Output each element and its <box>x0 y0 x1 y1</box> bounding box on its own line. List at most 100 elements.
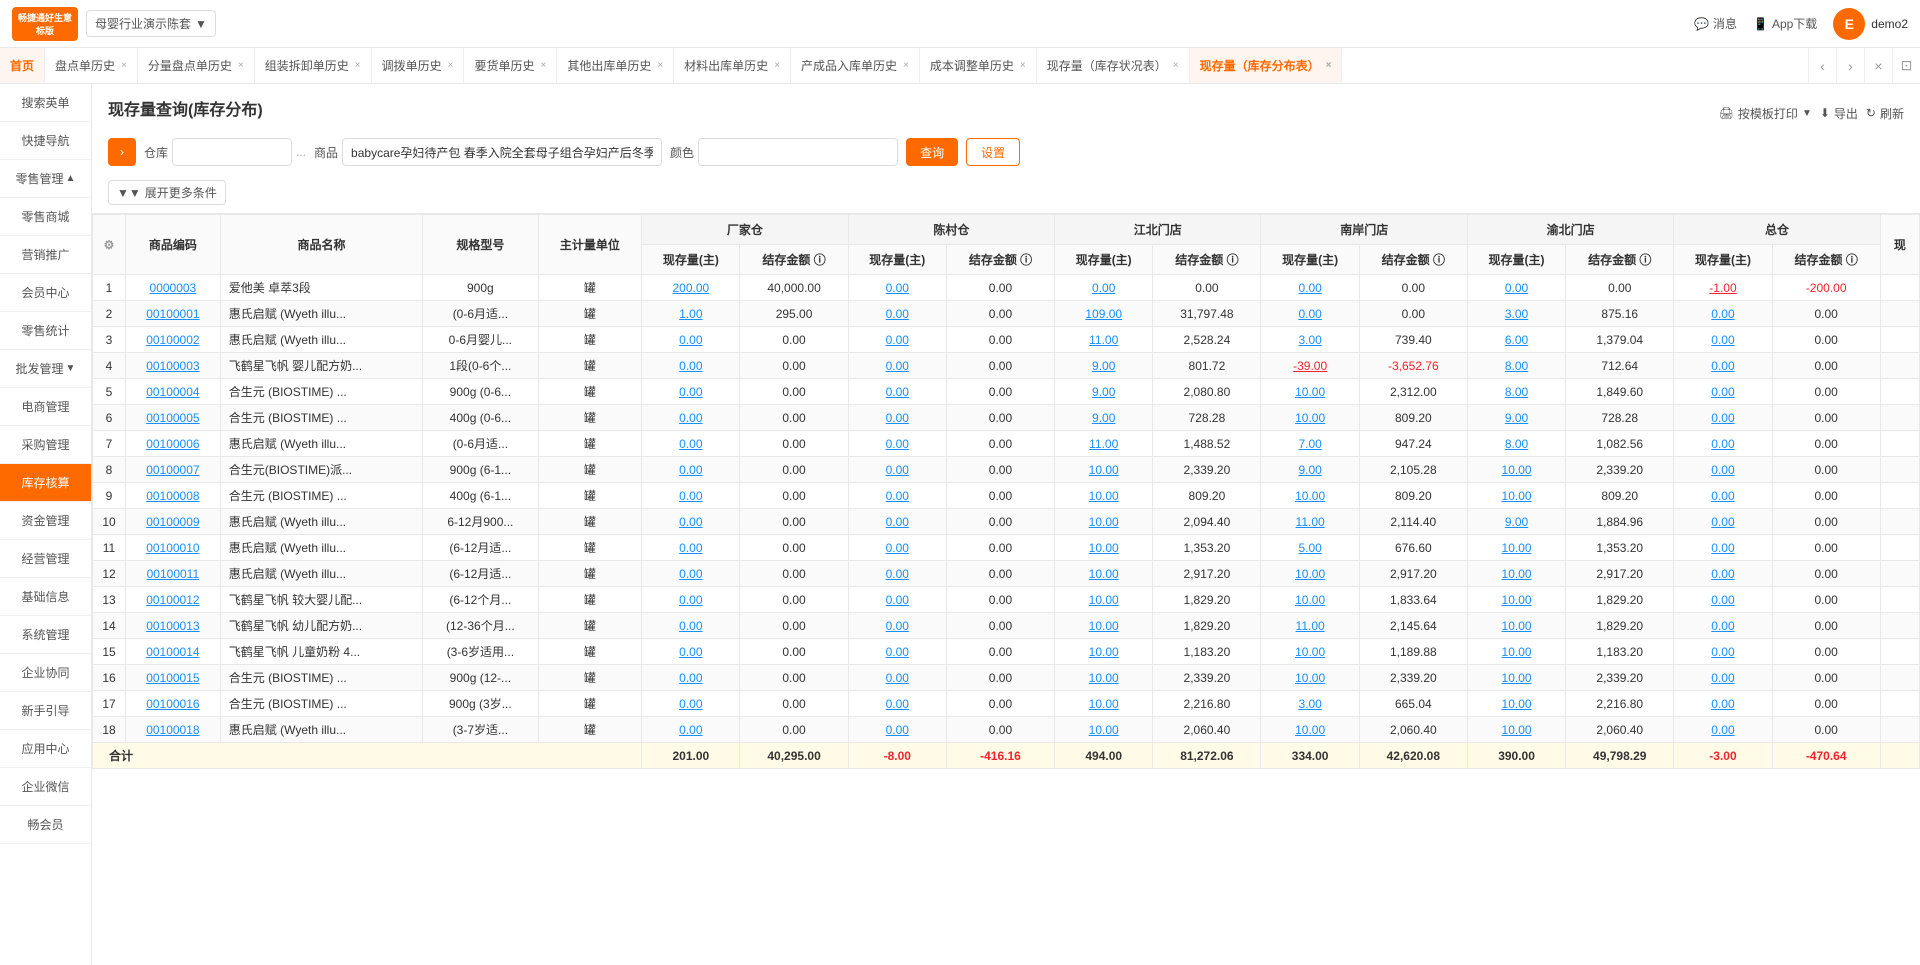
logo[interactable]: 畅捷通好生意 标版 <box>12 7 78 41</box>
cell-changjia-qty[interactable]: 0.00 <box>642 431 740 457</box>
message-btn[interactable]: 💬 消息 <box>1694 15 1737 32</box>
cell-chencun-qty[interactable]: 0.00 <box>848 405 946 431</box>
nav-next-btn[interactable]: › <box>1836 48 1864 84</box>
cell-nanan-qty[interactable]: 10.00 <box>1261 561 1359 587</box>
cell-zong-qty[interactable]: 0.00 <box>1674 509 1772 535</box>
cell-jiangbei-qty[interactable]: 0.00 <box>1055 275 1153 301</box>
sidebar-item-retail-mgmt[interactable]: 零售管理▲ <box>0 160 91 198</box>
tab-inventory-single[interactable]: 盘点单历史 × <box>45 48 138 84</box>
cell-changjia-qty[interactable]: 0.00 <box>642 587 740 613</box>
tab-home[interactable]: 首页 <box>0 48 45 84</box>
cell-changjia-qty[interactable]: 0.00 <box>642 665 740 691</box>
sidebar-item-enterprise[interactable]: 企业协同 <box>0 654 91 692</box>
tab-cost-adjust[interactable]: 成本调整单历史 × <box>920 48 1037 84</box>
cell-jiangbei-qty[interactable]: 10.00 <box>1055 587 1153 613</box>
cell-chencun-qty[interactable]: 0.00 <box>848 327 946 353</box>
cell-jiangbei-qty[interactable]: 10.00 <box>1055 483 1153 509</box>
cell-chencun-qty[interactable]: 0.00 <box>848 483 946 509</box>
cell-nanan-qty[interactable]: 10.00 <box>1261 587 1359 613</box>
cell-zong-qty[interactable]: 0.00 <box>1674 665 1772 691</box>
user-area[interactable]: E demo2 <box>1833 8 1908 40</box>
cell-chencun-qty[interactable]: 0.00 <box>848 431 946 457</box>
tab-requisition[interactable]: 要货单历史 × <box>464 48 557 84</box>
app-download-btn[interactable]: 📱 App下载 <box>1753 15 1817 32</box>
cell-code[interactable]: 00100006 <box>126 431 221 457</box>
cell-yubei-qty[interactable]: 0.00 <box>1467 275 1565 301</box>
cell-yubei-qty[interactable]: 10.00 <box>1467 691 1565 717</box>
sidebar-item-operations[interactable]: 经营管理 <box>0 540 91 578</box>
sidebar-item-appstore[interactable]: 应用中心 <box>0 730 91 768</box>
cell-code[interactable]: 00100014 <box>126 639 221 665</box>
expand-more-btn[interactable]: ▼▼ 展开更多条件 <box>108 180 226 205</box>
sidebar-item-marketing[interactable]: 营销推广 <box>0 236 91 274</box>
cell-yubei-qty[interactable]: 3.00 <box>1467 301 1565 327</box>
cell-zong-qty[interactable]: -1.00 <box>1674 275 1772 301</box>
cell-code[interactable]: 00100016 <box>126 691 221 717</box>
cell-yubei-qty[interactable]: 9.00 <box>1467 509 1565 535</box>
nav-close-btn[interactable]: × <box>1864 48 1892 84</box>
sidebar-item-retail-shop[interactable]: 零售商城 <box>0 198 91 236</box>
sidebar-item-stock[interactable]: 库存核算 <box>0 464 91 502</box>
cell-yubei-qty[interactable]: 6.00 <box>1467 327 1565 353</box>
cell-chencun-qty[interactable]: 0.00 <box>848 561 946 587</box>
cell-nanan-qty[interactable]: 10.00 <box>1261 483 1359 509</box>
cell-zong-qty[interactable]: 0.00 <box>1674 457 1772 483</box>
cell-changjia-qty[interactable]: 0.00 <box>642 639 740 665</box>
close-icon[interactable]: × <box>355 60 361 71</box>
close-icon[interactable]: × <box>1173 60 1179 71</box>
warehouse-input[interactable] <box>172 138 292 166</box>
cell-chencun-qty[interactable]: 0.00 <box>848 587 946 613</box>
sidebar-item-guide[interactable]: 新手引导 <box>0 692 91 730</box>
cell-jiangbei-qty[interactable]: 10.00 <box>1055 457 1153 483</box>
cell-chencun-qty[interactable]: 0.00 <box>848 457 946 483</box>
cell-code[interactable]: 00100001 <box>126 301 221 327</box>
nav-expand-btn[interactable]: ⊡ <box>1892 48 1920 84</box>
tab-assembly[interactable]: 组装拆卸单历史 × <box>255 48 372 84</box>
close-icon[interactable]: × <box>657 60 663 71</box>
cell-changjia-qty[interactable]: 0.00 <box>642 613 740 639</box>
cell-code[interactable]: 00100013 <box>126 613 221 639</box>
cell-chencun-qty[interactable]: 0.00 <box>848 535 946 561</box>
sidebar-item-system[interactable]: 系统管理 <box>0 616 91 654</box>
sidebar-item-retail-stat[interactable]: 零售统计 <box>0 312 91 350</box>
cell-nanan-qty[interactable]: 3.00 <box>1261 327 1359 353</box>
cell-code[interactable]: 00100008 <box>126 483 221 509</box>
sidebar-item-corp-wechat[interactable]: 企业微信 <box>0 768 91 806</box>
cell-code[interactable]: 00100007 <box>126 457 221 483</box>
cell-changjia-qty[interactable]: 0.00 <box>642 405 740 431</box>
cell-jiangbei-qty[interactable]: 9.00 <box>1055 353 1153 379</box>
tab-stock-dist[interactable]: 现存量（库存分布表） × <box>1190 48 1343 84</box>
cell-changjia-qty[interactable]: 0.00 <box>642 509 740 535</box>
cell-yubei-qty[interactable]: 10.00 <box>1467 639 1565 665</box>
cell-nanan-qty[interactable]: 9.00 <box>1261 457 1359 483</box>
system-selector[interactable]: 母婴行业演示陈套 ▼ <box>86 10 216 37</box>
cell-zong-qty[interactable]: 0.00 <box>1674 639 1772 665</box>
print-btn[interactable]: 🖨 按模板打印 ▼ <box>1719 105 1812 122</box>
cell-zong-qty[interactable]: 0.00 <box>1674 691 1772 717</box>
cell-zong-qty[interactable]: 0.00 <box>1674 561 1772 587</box>
cell-nanan-qty[interactable]: 11.00 <box>1261 613 1359 639</box>
close-icon[interactable]: × <box>448 60 454 71</box>
cell-changjia-qty[interactable]: 0.00 <box>642 561 740 587</box>
collapse-btn[interactable]: › <box>108 138 136 166</box>
cell-jiangbei-qty[interactable]: 9.00 <box>1055 379 1153 405</box>
cell-jiangbei-qty[interactable]: 11.00 <box>1055 327 1153 353</box>
cell-chencun-qty[interactable]: 0.00 <box>848 639 946 665</box>
cell-jiangbei-qty[interactable]: 10.00 <box>1055 613 1153 639</box>
cell-nanan-qty[interactable]: 7.00 <box>1261 431 1359 457</box>
cell-nanan-qty[interactable]: 0.00 <box>1261 275 1359 301</box>
tab-material-out[interactable]: 材料出库单历史 × <box>674 48 791 84</box>
sidebar-item-ecommerce[interactable]: 电商管理 <box>0 388 91 426</box>
settings-btn[interactable]: 设置 <box>966 138 1020 166</box>
tab-inventory-branch[interactable]: 分量盘点单历史 × <box>138 48 255 84</box>
cell-chencun-qty[interactable]: 0.00 <box>848 301 946 327</box>
cell-chencun-qty[interactable]: 0.00 <box>848 275 946 301</box>
cell-nanan-qty[interactable]: 10.00 <box>1261 405 1359 431</box>
settings-icon[interactable]: ⚙ <box>101 237 117 253</box>
nav-prev-btn[interactable]: ‹ <box>1808 48 1836 84</box>
cell-yubei-qty[interactable]: 10.00 <box>1467 717 1565 743</box>
cell-code[interactable]: 00100002 <box>126 327 221 353</box>
cell-jiangbei-qty[interactable]: 10.00 <box>1055 717 1153 743</box>
cell-nanan-qty[interactable]: 10.00 <box>1261 639 1359 665</box>
cell-code[interactable]: 00100004 <box>126 379 221 405</box>
